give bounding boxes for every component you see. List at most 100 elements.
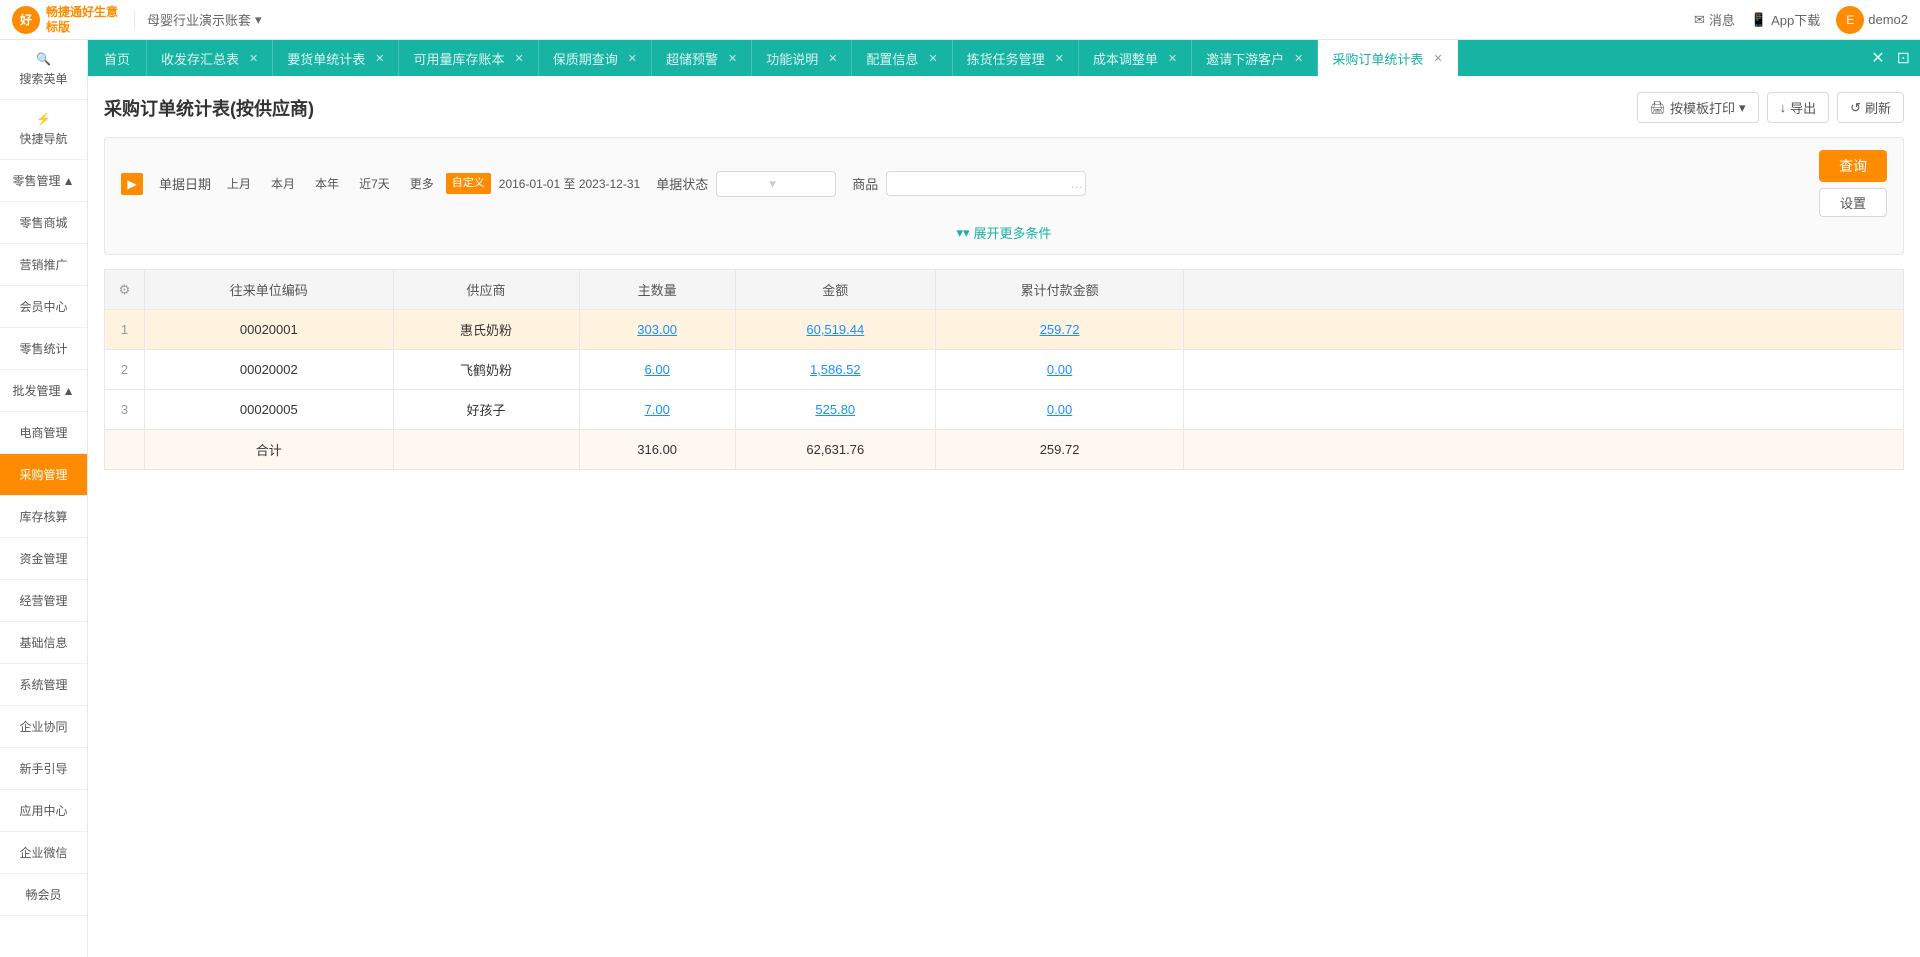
tab-close-cost-adj[interactable]: ✕ — [1168, 52, 1177, 65]
message-btn[interactable]: ✉ 消息 — [1694, 10, 1735, 29]
cell-qty[interactable]: 6.00 — [579, 350, 735, 390]
tab-close-all-btn[interactable]: ✕ — [1869, 46, 1886, 70]
cell-code: 00020005 — [145, 390, 394, 430]
cell-empty — [1184, 350, 1904, 390]
sidebar-item-ecom[interactable]: 电商管理 — [0, 412, 87, 454]
sidebar-item-ops[interactable]: 经营管理 — [0, 580, 87, 622]
expand-btn[interactable]: ▾▾ 展开更多条件 — [956, 223, 1051, 242]
sidebar-item-collab[interactable]: 企业协同 — [0, 706, 87, 748]
sidebar-item-wholesale[interactable]: 批发管理 ▲ — [0, 370, 87, 412]
sidebar-item-nav[interactable]: ⚡ 快捷导航 — [0, 100, 87, 160]
tab-close-purchase-stat[interactable]: ✕ — [1433, 52, 1442, 65]
table-row[interactable]: 1 00020001 惠氏奶粉 303.00 60,519.44 259.72 — [105, 310, 1904, 350]
sidebar-item-finance[interactable]: 资金管理 — [0, 538, 87, 580]
top-bar: 好 畅捷通好生意 标版 母婴行业演示账套 ▾ ✉ 消息 📱 App下载 E de… — [0, 0, 1920, 40]
cell-qty[interactable]: 303.00 — [579, 310, 735, 350]
col-settings-icon[interactable]: ⚙ — [119, 282, 131, 297]
tab-fullscreen-btn[interactable]: ⊡ — [1895, 46, 1912, 70]
tab-close-goods-stat[interactable]: ✕ — [375, 52, 384, 65]
sidebar-item-app-center[interactable]: 应用中心 — [0, 790, 87, 832]
goods-input[interactable] — [886, 171, 1086, 196]
settings-btn[interactable]: 设置 — [1819, 188, 1887, 217]
sidebar-item-system[interactable]: 系统管理 — [0, 664, 87, 706]
col-code: 往来单位编码 — [145, 270, 394, 310]
tab-close-overstock[interactable]: ✕ — [728, 52, 737, 65]
tab-config[interactable]: 配置信息 ✕ — [852, 40, 952, 76]
cell-amount[interactable]: 60,519.44 — [735, 310, 935, 350]
shortcut-7days[interactable]: 近7天 — [351, 173, 398, 194]
status-select-arrow: ▾ — [769, 176, 776, 192]
sidebar-item-marketing[interactable]: 营销推广 — [0, 244, 87, 286]
tab-close-invite[interactable]: ✕ — [1294, 52, 1303, 65]
cell-amount[interactable]: 525.80 — [735, 390, 935, 430]
shortcut-last-month[interactable]: 上月 — [219, 173, 259, 194]
tab-stock-book[interactable]: 可用量库存账本 ✕ — [399, 40, 538, 76]
cell-paid[interactable]: 259.72 — [935, 310, 1184, 350]
cell-amount[interactable]: 1,586.52 — [735, 350, 935, 390]
expand-row: ▾▾ 展开更多条件 — [121, 217, 1887, 242]
logo-area: 好 畅捷通好生意 标版 — [12, 5, 118, 34]
template-dropdown-icon: ▾ — [1739, 100, 1746, 116]
tab-purchase-stat[interactable]: 采购订单统计表 ✕ — [1318, 40, 1457, 76]
cell-qty[interactable]: 7.00 — [579, 390, 735, 430]
tab-cost-adj[interactable]: 成本调整单 ✕ — [1079, 40, 1192, 76]
cell-paid[interactable]: 0.00 — [935, 390, 1184, 430]
sidebar-item-guide[interactable]: 新手引导 — [0, 748, 87, 790]
export-btn[interactable]: ↓ 导出 — [1767, 92, 1830, 123]
tab-pick-task[interactable]: 拣货任务管理 ✕ — [953, 40, 1079, 76]
refresh-btn[interactable]: ↺ 刷新 — [1837, 92, 1904, 123]
tab-bar: 首页 收发存汇总表 ✕ 要货单统计表 ✕ 可用量库存账本 ✕ 保质期查询 ✕ 超… — [88, 40, 1920, 76]
page-actions: 🖨 按模板打印 ▾ ↓ 导出 ↺ 刷新 — [1637, 92, 1905, 123]
cell-paid[interactable]: 0.00 — [935, 350, 1184, 390]
app-download-btn[interactable]: 📱 App下载 — [1751, 10, 1820, 29]
date-range: 2016-01-01 至 2023-12-31 — [499, 175, 640, 192]
tab-func-desc[interactable]: 功能说明 ✕ — [752, 40, 852, 76]
sidebar-item-member[interactable]: 会员中心 — [0, 286, 87, 328]
chevron-icon2: ▲ — [63, 384, 75, 398]
sidebar-item-search[interactable]: 🔍 搜索英单 — [0, 40, 87, 100]
tab-home[interactable]: 首页 — [88, 40, 147, 76]
sidebar-item-retail-stat[interactable]: 零售统计 — [0, 328, 87, 370]
tab-close-stock-book[interactable]: ✕ — [515, 52, 524, 65]
user-area[interactable]: E demo2 — [1836, 6, 1908, 34]
tab-goods-stat[interactable]: 要货单统计表 ✕ — [273, 40, 399, 76]
table-footer-row: 合计 316.00 62,631.76 259.72 — [105, 430, 1904, 470]
table-row[interactable]: 2 00020002 飞鹤奶粉 6.00 1,586.52 0.00 — [105, 350, 1904, 390]
sidebar-item-wechat[interactable]: 企业微信 — [0, 832, 87, 874]
tab-close-pick-task[interactable]: ✕ — [1055, 52, 1064, 65]
tab-close-collection[interactable]: ✕ — [249, 52, 258, 65]
query-btn[interactable]: 查询 — [1819, 150, 1887, 182]
cell-supplier: 好孩子 — [393, 390, 579, 430]
tab-overstock[interactable]: 超储预警 ✕ — [652, 40, 752, 76]
sidebar-item-basic[interactable]: 基础信息 — [0, 622, 87, 664]
phone-icon: 📱 — [1751, 12, 1767, 28]
filter-toggle-btn[interactable]: ▶ — [121, 173, 143, 195]
sidebar-item-vip[interactable]: 畅会员 — [0, 874, 87, 916]
template-print-btn[interactable]: 🖨 按模板打印 ▾ — [1637, 92, 1759, 123]
shortcut-this-month[interactable]: 本月 — [263, 173, 303, 194]
sidebar-item-retail[interactable]: 零售管理 ▲ — [0, 160, 87, 202]
tab-close-expiry[interactable]: ✕ — [628, 52, 637, 65]
tab-collection[interactable]: 收发存汇总表 ✕ — [147, 40, 273, 76]
tab-close-func-desc[interactable]: ✕ — [828, 52, 837, 65]
sidebar-item-retail-shop[interactable]: 零售商城 — [0, 202, 87, 244]
data-table: ⚙ 往来单位编码 供应商 主数量 金额 累计付款金额 1 00020001 — [104, 269, 1904, 470]
shortcut-this-year[interactable]: 本年 — [307, 173, 347, 194]
shortcut-more[interactable]: 更多 — [402, 173, 442, 194]
cell-supplier: 惠氏奶粉 — [393, 310, 579, 350]
status-select[interactable]: ▾ — [716, 171, 836, 197]
goods-more-icon[interactable]: … — [1070, 176, 1083, 191]
tab-close-config[interactable]: ✕ — [928, 52, 937, 65]
cell-no: 2 — [105, 350, 145, 390]
col-empty — [1184, 270, 1904, 310]
table-row[interactable]: 3 00020005 好孩子 7.00 525.80 0.00 — [105, 390, 1904, 430]
chevron-down-icon: ▾ — [255, 12, 262, 28]
sidebar-item-purchase[interactable]: 采购管理 — [0, 454, 87, 496]
page-header: 采购订单统计表(按供应商) 🖨 按模板打印 ▾ ↓ 导出 ↺ 刷新 — [104, 92, 1904, 123]
tab-expiry[interactable]: 保质期查询 ✕ — [539, 40, 652, 76]
workspace-selector[interactable]: 母婴行业演示账套 ▾ — [134, 10, 262, 29]
tab-invite[interactable]: 邀请下游客户 ✕ — [1192, 40, 1318, 76]
sidebar-item-inventory[interactable]: 库存核算 — [0, 496, 87, 538]
filter-status-group: 单据状态 ▾ — [656, 171, 836, 197]
refresh-icon: ↺ — [1850, 100, 1861, 116]
